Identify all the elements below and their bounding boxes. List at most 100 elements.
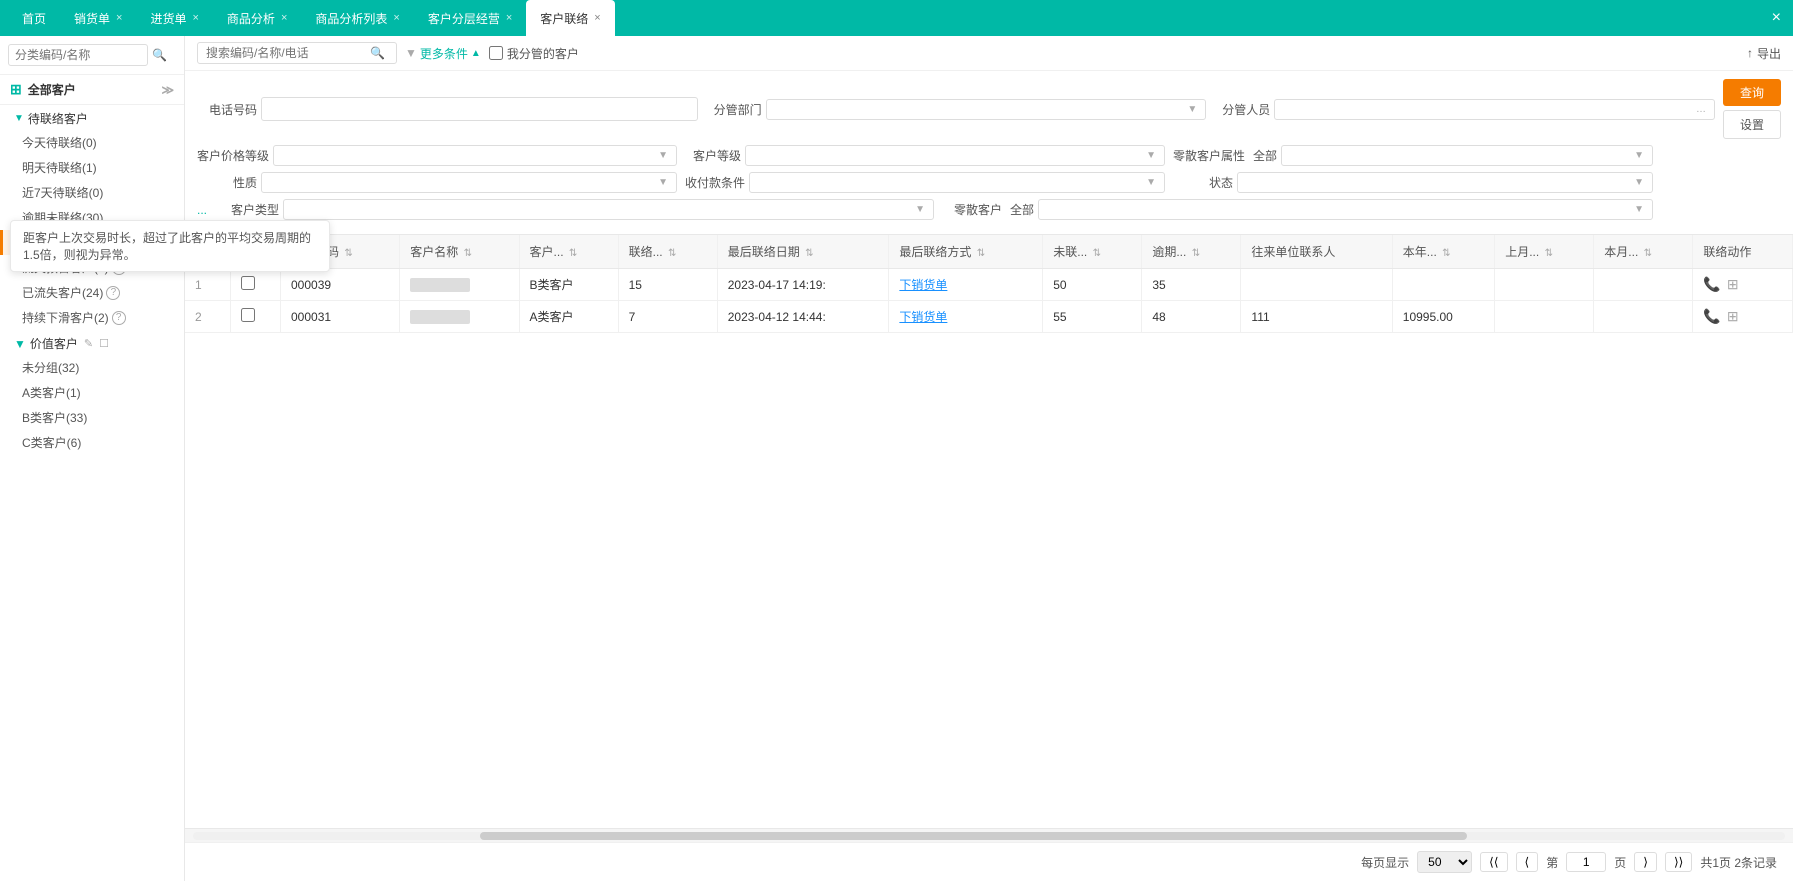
- sidebar-item-b-class[interactable]: B类客户(33): [0, 405, 184, 430]
- filter-retail-attr-select[interactable]: ▼: [1281, 145, 1653, 166]
- export-icon: ↑: [1747, 46, 1753, 60]
- table-col-contact-count[interactable]: 联络... ⇅: [618, 235, 717, 269]
- sort-overdue-icon: ⇅: [1192, 248, 1200, 259]
- row-1-phone-icon[interactable]: 📞: [1703, 276, 1720, 293]
- sidebar-group-value[interactable]: ▼ 价值客户 ✎ ☐: [0, 330, 184, 355]
- filter-retail-customer-select[interactable]: ▼: [1038, 199, 1653, 220]
- sidebar-search-input[interactable]: [8, 44, 148, 66]
- filter-price-level-select[interactable]: ▼: [273, 145, 677, 166]
- sidebar-item-churned[interactable]: 已流失客户(24) ?: [0, 280, 184, 305]
- page-input[interactable]: [1566, 852, 1606, 872]
- last-page-btn[interactable]: ⟩⟩: [1665, 852, 1692, 872]
- nav-tab-sales[interactable]: 销货单 ×: [60, 0, 136, 36]
- first-page-btn[interactable]: ⟨⟨: [1480, 852, 1507, 872]
- page-size-select[interactable]: 50 100: [1417, 851, 1472, 873]
- branch-dept-arrow: ▼: [1187, 104, 1197, 115]
- row-1-code: 000039: [281, 269, 400, 301]
- table-col-uncontacted[interactable]: 未联... ⇅: [1043, 235, 1142, 269]
- sidebar-search-icon[interactable]: 🔍: [152, 48, 167, 62]
- info-icon-churned[interactable]: ?: [106, 286, 120, 300]
- sidebar-all-customers[interactable]: ⊞ 全部客户 ≫: [0, 75, 184, 105]
- prev-page-btn[interactable]: ⟨: [1516, 852, 1539, 872]
- filter-customer-level-select[interactable]: ▼: [745, 145, 1165, 166]
- nav-tab-product-analysis[interactable]: 商品分析 ×: [213, 0, 301, 36]
- table-row: 1 000039 B类客户 15 2023-04-17 14:19: 下销货单: [185, 269, 1793, 301]
- sidebar-item-a-class[interactable]: A类客户(1): [0, 380, 184, 405]
- row-1-last-method[interactable]: 下销货单: [889, 269, 1043, 301]
- filter-branch-dept-select[interactable]: ▼: [766, 99, 1207, 120]
- my-customers-check[interactable]: [489, 46, 503, 60]
- nav-tab-product-list[interactable]: 商品分析列表 ×: [301, 0, 413, 36]
- row-2-more-icon[interactable]: ⊞: [1727, 308, 1739, 325]
- filter-row-1: 电话号码 分管部门 ▼ 分管人员 …: [197, 79, 1781, 139]
- sort-this-month-icon: ⇅: [1644, 248, 1652, 259]
- sidebar-item-tomorrow[interactable]: 明天待联络(1): [0, 155, 184, 180]
- sidebar-item-c-class[interactable]: C类客户(6): [0, 430, 184, 455]
- close-customer-tier-tab[interactable]: ×: [506, 12, 512, 24]
- row-2-contact-count: 7: [618, 301, 717, 333]
- row-2-name-blur: [410, 310, 470, 324]
- info-icon-declining[interactable]: ?: [112, 311, 126, 325]
- sort-this-year-icon: ⇅: [1442, 248, 1450, 259]
- filter-search-icon[interactable]: 🔍: [370, 46, 385, 60]
- table-col-last-date[interactable]: 最后联络日期 ⇅: [717, 235, 889, 269]
- filter-ellipsis[interactable]: ...: [197, 203, 207, 217]
- nav-tab-home[interactable]: 首页: [8, 0, 60, 36]
- next-page-btn[interactable]: ⟩: [1634, 852, 1657, 872]
- my-customers-checkbox[interactable]: 我分管的客户: [489, 45, 579, 62]
- close-customer-contact-tab[interactable]: ×: [594, 12, 600, 24]
- sidebar-item-7days[interactable]: 近7天待联络(0): [0, 180, 184, 205]
- table-col-last-method[interactable]: 最后联络方式 ⇅: [889, 235, 1043, 269]
- filter-field-phone: 电话号码: [197, 97, 698, 121]
- query-button[interactable]: 查询: [1723, 79, 1781, 106]
- add-value-group-icon[interactable]: ☐: [99, 337, 109, 350]
- row-1-index: 1: [185, 269, 230, 301]
- h-scrollbar-thumb[interactable]: [480, 832, 1467, 840]
- row-2-phone-icon[interactable]: 📞: [1703, 308, 1720, 325]
- row-2-contacts: 111: [1241, 301, 1392, 333]
- row-1-more-icon[interactable]: ⊞: [1727, 276, 1739, 293]
- filter-phone-input[interactable]: [261, 97, 698, 121]
- table-col-level[interactable]: 客户... ⇅: [519, 235, 618, 269]
- retail-customer-arrow: ▼: [1634, 204, 1644, 215]
- row-2-last-date: 2023-04-12 14:44:: [717, 301, 889, 333]
- close-all-tabs[interactable]: ×: [1772, 9, 1781, 27]
- more-conditions-btn[interactable]: ▼ 更多条件 ▲: [405, 45, 481, 62]
- collapse-sidebar-btn[interactable]: ≫: [161, 83, 174, 97]
- nav-tab-customer-contact[interactable]: 客户联络 ×: [526, 0, 614, 36]
- table-col-this-month[interactable]: 本月... ⇅: [1594, 235, 1693, 269]
- table-col-name[interactable]: 客户名称 ⇅: [400, 235, 519, 269]
- export-btn[interactable]: ↑ 导出: [1747, 45, 1781, 62]
- table-col-overdue[interactable]: 逾期... ⇅: [1142, 235, 1241, 269]
- close-sales-tab[interactable]: ×: [116, 12, 122, 24]
- filter-status-select[interactable]: ▼: [1237, 172, 1653, 193]
- h-scrollbar-area: [185, 828, 1793, 842]
- sidebar-group-pending[interactable]: ▼ 待联络客户: [0, 105, 184, 130]
- edit-value-group-icon[interactable]: ✎: [84, 337, 93, 350]
- table-col-last-month[interactable]: 上月... ⇅: [1495, 235, 1594, 269]
- filter-field-retail-customer: 零散客户 全部 ▼: [942, 199, 1653, 220]
- filter-customer-type-select[interactable]: ▼: [283, 199, 934, 220]
- row-2-last-method[interactable]: 下销货单: [889, 301, 1043, 333]
- filter-field-gender: 性质 ▼: [197, 172, 677, 193]
- sidebar-item-ungroup[interactable]: 未分组(32): [0, 355, 184, 380]
- nav-tab-customer-tier[interactable]: 客户分层经营 ×: [414, 0, 526, 36]
- sidebar-item-today[interactable]: 今天待联络(0): [0, 130, 184, 155]
- row-1-check[interactable]: [241, 276, 255, 290]
- row-1-this-year: [1392, 269, 1494, 301]
- row-2-check[interactable]: [241, 308, 255, 322]
- table-col-this-year[interactable]: 本年... ⇅: [1392, 235, 1494, 269]
- nav-tab-purchase[interactable]: 进货单 ×: [136, 0, 212, 36]
- table-col-contacts[interactable]: 往来单位联系人: [1241, 235, 1392, 269]
- filter-branch-person-select[interactable]: …: [1274, 99, 1715, 120]
- sort-last-date-icon: ⇅: [805, 248, 813, 259]
- filter-payment-select[interactable]: ▼: [749, 172, 1165, 193]
- close-product-list-tab[interactable]: ×: [393, 12, 399, 24]
- close-product-analysis-tab[interactable]: ×: [281, 12, 287, 24]
- filter-search-input[interactable]: [206, 46, 366, 60]
- setting-button[interactable]: 设置: [1723, 110, 1781, 139]
- filter-gender-select[interactable]: ▼: [261, 172, 677, 193]
- sidebar-item-declining[interactable]: 持续下滑客户(2) ?: [0, 305, 184, 330]
- table-area[interactable]: ⚙ 客户编码 ⇅ 客户名称 ⇅: [185, 235, 1793, 828]
- close-purchase-tab[interactable]: ×: [192, 12, 198, 24]
